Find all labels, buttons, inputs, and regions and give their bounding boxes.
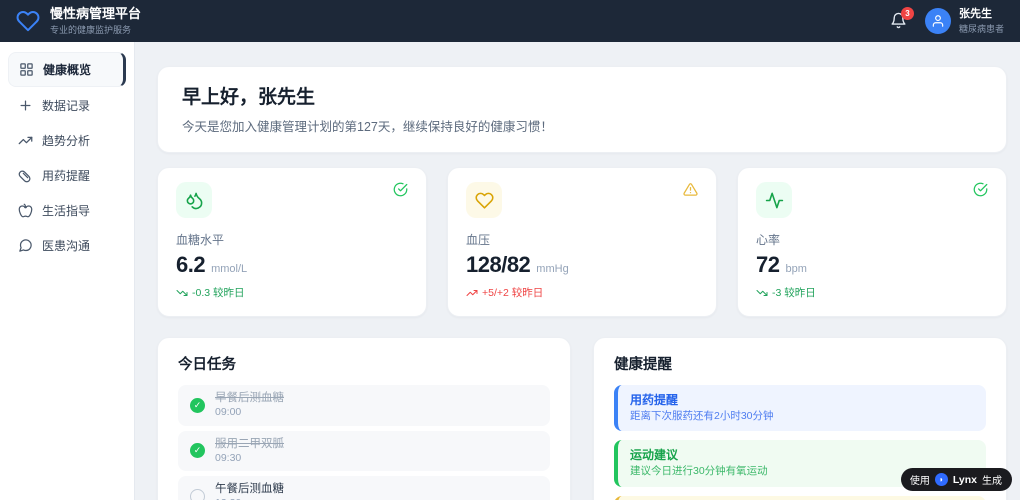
metric-value: 6.2 — [176, 252, 206, 277]
sidebar-item-medication-reminder[interactable]: 用药提醒 — [8, 159, 126, 192]
trending-up-icon — [466, 287, 478, 299]
check-circle-icon — [973, 182, 988, 197]
app-subtitle: 专业的健康监护服务 — [50, 24, 132, 35]
dashboard-grid-icon — [19, 62, 34, 77]
task-done-check-icon[interactable]: ✓ — [190, 443, 205, 459]
alert-triangle-icon — [683, 182, 698, 197]
metric-label: 血糖水平 — [176, 233, 225, 247]
sidebar-item-label: 健康概览 — [43, 63, 92, 77]
task-row[interactable]: ✓ 早餐后测血糖 09:00 — [178, 385, 550, 426]
sidebar: 健康概览 数据记录 趋势分析 用药提醒 生活指导 医患沟通 — [0, 42, 135, 500]
sidebar-item-label: 用药提醒 — [42, 169, 91, 183]
badge-brand: Lynx — [952, 473, 977, 486]
brand: 慢性病管理平台 专业的健康监护服务 — [16, 6, 141, 35]
metric-trend: +5/+2 较昨日 — [466, 285, 698, 300]
notifications-button[interactable]: 3 — [890, 7, 914, 29]
metric-card-blood-sugar[interactable]: 血糖水平 6.2 mmol/L -0.3 较昨日 — [157, 167, 427, 317]
apple-icon — [18, 203, 33, 218]
task-row[interactable]: 午餐后测血糖 13:30 — [178, 476, 550, 500]
lynx-logo-icon: ◗ — [934, 473, 948, 486]
reminders-panel-title: 健康提醒 — [614, 357, 672, 373]
main-content: 早上好，张先生 今天是您加入健康管理计划的第127天，继续保持良好的健康习惯！ … — [135, 42, 1020, 500]
plus-icon — [18, 98, 33, 113]
sidebar-item-data-records[interactable]: 数据记录 — [8, 89, 126, 122]
sidebar-item-life-guidance[interactable]: 生活指导 — [8, 194, 126, 227]
metric-label: 血压 — [466, 233, 491, 247]
metric-card-blood-pressure[interactable]: 血压 128/82 mmHg +5/+2 较昨日 — [447, 167, 717, 317]
greeting-card: 早上好，张先生 今天是您加入健康管理计划的第127天，继续保持良好的健康习惯！ — [157, 66, 1007, 153]
notification-count-badge: 3 — [900, 7, 914, 21]
user-role: 糖尿病患者 — [958, 23, 1004, 34]
task-pending-circle[interactable] — [190, 488, 205, 500]
sidebar-item-label: 生活指导 — [42, 204, 91, 218]
metric-unit: mmHg — [536, 263, 569, 275]
heart-icon — [466, 182, 502, 218]
metric-trend: -3 较昨日 — [756, 285, 988, 300]
tasks-panel-title: 今日任务 — [178, 357, 236, 373]
metric-unit: bpm — [785, 263, 807, 275]
sidebar-item-doctor-communication[interactable]: 医患沟通 — [8, 229, 126, 262]
reminder-medication[interactable]: 用药提醒 距离下次服药还有2小时30分钟 — [614, 385, 986, 432]
sidebar-item-trend-analysis[interactable]: 趋势分析 — [8, 124, 126, 157]
user-menu[interactable]: 张先生 糖尿病患者 — [924, 7, 1004, 34]
badge-prefix: 使用 — [909, 476, 930, 487]
task-row[interactable]: ✓ 服用二甲双胍 09:30 — [178, 430, 550, 472]
metric-value: 72 — [756, 252, 780, 277]
greeting-title: 早上好，张先生 — [182, 87, 316, 108]
user-name: 张先生 — [958, 8, 992, 21]
sidebar-item-label: 趋势分析 — [42, 134, 91, 148]
badge-suffix: 生成 — [982, 476, 1002, 487]
trending-down-icon — [176, 287, 188, 299]
task-done-check-icon[interactable]: ✓ — [190, 397, 205, 413]
metric-card-heart-rate[interactable]: 心率 72 bpm -3 较昨日 — [737, 167, 1007, 317]
reminder-followup[interactable]: 复查提醒 距离下次医院复查还有7天 — [614, 495, 986, 500]
check-circle-icon — [393, 182, 408, 197]
sidebar-item-label: 医患沟通 — [42, 239, 91, 253]
droplets-icon — [176, 182, 212, 218]
metrics-row: 血糖水平 6.2 mmol/L -0.3 较昨日 血压 128/82 mmHg … — [157, 167, 1007, 317]
trending-up-icon — [18, 133, 33, 148]
lynx-generated-badge[interactable]: 使用 ◗ Lynx 生成 — [900, 468, 1012, 491]
sidebar-item-health-overview[interactable]: 健康概览 — [8, 52, 126, 87]
metric-value: 128/82 — [466, 252, 531, 277]
metric-trend: -0.3 较昨日 — [176, 285, 408, 300]
activity-pulse-icon — [756, 182, 792, 218]
heart-logo-icon — [16, 9, 40, 33]
today-tasks-panel: 今日任务 ✓ 早餐后测血糖 09:00 ✓ 服用二甲双胍 09:30 午餐后测血… — [157, 337, 571, 500]
app-header: 慢性病管理平台 专业的健康监护服务 3 张先生 糖尿病患者 — [0, 0, 1020, 42]
metric-unit: mmol/L — [211, 263, 248, 275]
trending-down-icon — [756, 287, 768, 299]
greeting-subtitle: 今天是您加入健康管理计划的第127天，继续保持良好的健康习惯！ — [182, 120, 553, 134]
chat-bubble-icon — [18, 238, 33, 253]
pill-icon — [18, 168, 33, 183]
sidebar-item-label: 数据记录 — [42, 99, 91, 113]
app-title: 慢性病管理平台 — [50, 6, 142, 22]
avatar — [924, 7, 951, 34]
metric-label: 心率 — [756, 233, 781, 247]
